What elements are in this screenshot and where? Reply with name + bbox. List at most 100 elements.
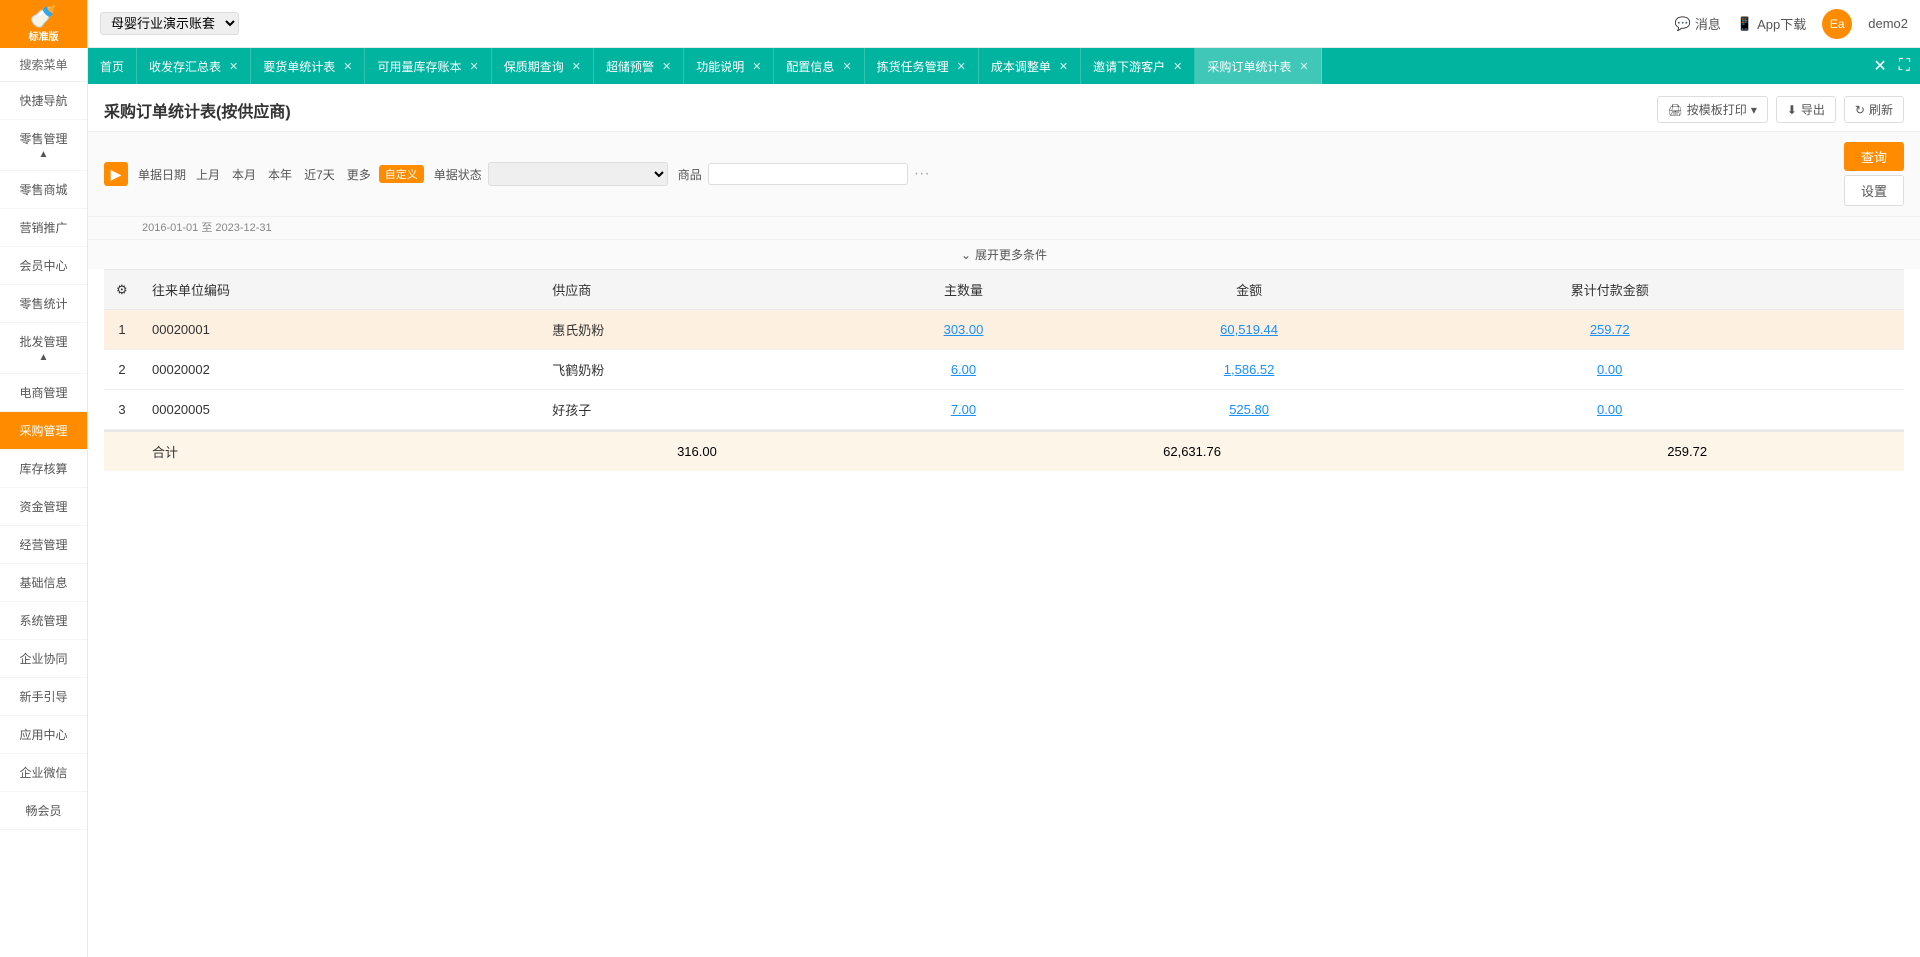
maximize-icon[interactable]: ⛶ — [1897, 55, 1912, 77]
query-button[interactable]: 查询 — [1844, 142, 1904, 171]
app-download-button[interactable]: 📱 App下载 — [1737, 14, 1806, 33]
sidebar-item-basics[interactable]: 基础信息 — [0, 564, 87, 602]
topbar-left: 母婴行业演示账套 — [100, 12, 239, 35]
app-download-label: App下载 — [1757, 14, 1806, 33]
sidebar-item-system[interactable]: 系统管理 — [0, 602, 87, 640]
filter-toggle-button[interactable]: ▶ — [104, 162, 128, 186]
page-actions: 🖨 按模板打印 ▾ ⬇ 导出 ↻ 刷新 — [1657, 96, 1904, 123]
tab-close-icon[interactable]: ✕ — [572, 60, 581, 73]
goods-input[interactable] — [708, 163, 908, 185]
tab-quality-query[interactable]: 保质期查询 ✕ — [492, 48, 594, 84]
settings-button[interactable]: 设置 — [1844, 175, 1904, 206]
user-avatar[interactable]: Ea — [1822, 9, 1852, 39]
tab-close-icon[interactable]: ✕ — [662, 60, 671, 73]
col-settings[interactable]: ⚙ — [104, 270, 140, 310]
tab-overstock[interactable]: 超储预警 ✕ — [594, 48, 684, 84]
export-button[interactable]: ⬇ 导出 — [1776, 96, 1836, 123]
sidebar-item-members[interactable]: 会员中心 — [0, 247, 87, 285]
sidebar-item-label: 采购管理 — [19, 422, 67, 439]
shortcut-7days[interactable]: 近7天 — [300, 164, 339, 185]
message-button[interactable]: 💬 消息 — [1675, 14, 1721, 33]
sidebar-item-wechat-work[interactable]: 企业微信 — [0, 754, 87, 792]
sidebar-item-purchase[interactable]: 采购管理 — [0, 412, 87, 450]
sidebar-item-label: 企业微信 — [19, 764, 67, 781]
row-extra — [1810, 310, 1904, 350]
tab-close-icon[interactable]: ✕ — [343, 60, 352, 73]
username-text: demo2 — [1868, 16, 1908, 31]
tab-order-stats[interactable]: 要货单统计表 ✕ — [251, 48, 365, 84]
shortcut-last-month[interactable]: 上月 — [192, 164, 224, 185]
sidebar-item-vip[interactable]: 畅会员 — [0, 792, 87, 830]
status-select[interactable] — [488, 162, 668, 186]
sidebar-item-label: 基础信息 — [19, 574, 67, 591]
table-row: 2 00020002 飞鹤奶粉 6.00 1,586.52 0.00 — [104, 350, 1904, 390]
page-header: 采购订单统计表(按供应商) 🖨 按模板打印 ▾ ⬇ 导出 ↻ 刷新 — [88, 84, 1920, 132]
sidebar-item-collab[interactable]: 企业协同 — [0, 640, 87, 678]
sidebar-item-appcenter[interactable]: 应用中心 — [0, 716, 87, 754]
tab-label: 邀请下游客户 — [1093, 58, 1165, 75]
footer-quantity: 316.00 — [677, 444, 717, 459]
tab-function-desc[interactable]: 功能说明 ✕ — [684, 48, 774, 84]
sidebar-item-marketing[interactable]: 营销推广 — [0, 209, 87, 247]
workspace-selector[interactable]: 母婴行业演示账套 — [100, 12, 239, 35]
custom-badge: 自定义 — [379, 165, 424, 183]
shortcut-more[interactable]: 更多 — [343, 164, 375, 185]
expand-more-button[interactable]: ⌄ 展开更多条件 — [961, 246, 1047, 263]
row-quantity: 7.00 — [838, 390, 1088, 430]
topbar: 母婴行业演示账套 💬 消息 📱 App下载 Ea demo2 — [88, 0, 1920, 48]
sidebar-item-label: 畅会员 — [25, 802, 61, 819]
tab-close-icon[interactable]: ✕ — [1059, 60, 1068, 73]
shortcut-this-year[interactable]: 本年 — [264, 164, 296, 185]
tab-available-stock[interactable]: 可用量库存账本 ✕ — [365, 48, 491, 84]
sidebar-item-newguide[interactable]: 新手引导 — [0, 678, 87, 716]
mobile-icon: 📱 — [1737, 16, 1753, 32]
tab-close-icon[interactable]: ✕ — [470, 60, 479, 73]
message-label: 消息 — [1695, 14, 1721, 33]
expand-more-section: ⌄ 展开更多条件 — [88, 240, 1920, 269]
tab-home[interactable]: 首页 — [88, 48, 137, 84]
tab-invite-downstream[interactable]: 邀请下游客户 ✕ — [1081, 48, 1195, 84]
tab-close-icon[interactable]: ✕ — [752, 60, 761, 73]
tab-close-icon[interactable]: ✕ — [1173, 60, 1182, 73]
sidebar-item-label: 库存核算 — [19, 460, 67, 477]
chevron-down-icon: ⌄ — [961, 248, 971, 262]
nav-tabs-end: ✕ ⛶ — [1871, 54, 1920, 78]
goods-filter-group: 商品 ··· — [678, 163, 930, 185]
tab-label: 采购订单统计表 — [1207, 58, 1291, 75]
date-range-text: 2016-01-01 至 2023-12-31 — [142, 222, 272, 234]
sidebar-item-inventory[interactable]: 库存核算 — [0, 450, 87, 488]
tab-close-icon[interactable]: ✕ — [1299, 60, 1308, 73]
tab-config[interactable]: 配置信息 ✕ — [774, 48, 864, 84]
sidebar-item-quicknav[interactable]: 快捷导航 — [0, 82, 87, 120]
tab-close-icon[interactable]: ✕ — [229, 60, 238, 73]
sidebar: 🍼 标准版 搜索菜单 快捷导航 零售管理 ▲ 零售商城 营销推广 会员中心 零售… — [0, 0, 88, 957]
print-button[interactable]: 🖨 按模板打印 ▾ — [1657, 96, 1768, 123]
status-filter-group: 单据状态 — [434, 162, 668, 186]
tab-recv-send[interactable]: 收发存汇总表 ✕ — [137, 48, 251, 84]
refresh-icon: ↻ — [1855, 103, 1865, 117]
print-label: 按模板打印 — [1687, 101, 1747, 118]
sidebar-item-retail-mgmt[interactable]: 零售管理 ▲ — [0, 120, 87, 171]
table-footer-row: 合计 316.00 62,631.76 259.72 — [104, 432, 1904, 471]
sidebar-item-search[interactable]: 搜索菜单 — [0, 48, 87, 82]
tab-label: 收发存汇总表 — [149, 58, 221, 75]
close-tab-icon[interactable]: ✕ — [1871, 54, 1888, 78]
sidebar-item-wholesale[interactable]: 批发管理 ▲ — [0, 323, 87, 374]
tab-purchase-order-stats[interactable]: 采购订单统计表 ✕ — [1195, 48, 1321, 84]
tab-close-icon[interactable]: ✕ — [957, 60, 966, 73]
tab-close-icon[interactable]: ✕ — [842, 60, 851, 73]
sidebar-item-retail-stats[interactable]: 零售统计 — [0, 285, 87, 323]
shortcut-this-month[interactable]: 本月 — [228, 164, 260, 185]
tab-pick-task[interactable]: 拣货任务管理 ✕ — [865, 48, 979, 84]
main-area: 母婴行业演示账套 💬 消息 📱 App下载 Ea demo2 首页 收发存汇总表… — [88, 0, 1920, 957]
refresh-button[interactable]: ↻ 刷新 — [1844, 96, 1904, 123]
col-code: 往来单位编码 — [140, 270, 540, 310]
tab-cost-adjust[interactable]: 成本调整单 ✕ — [979, 48, 1081, 84]
sidebar-item-ecommerce[interactable]: 电商管理 — [0, 374, 87, 412]
sidebar-item-operations[interactable]: 经营管理 — [0, 526, 87, 564]
sidebar-item-retail-shop[interactable]: 零售商城 — [0, 171, 87, 209]
col-extra — [1810, 270, 1904, 310]
table-row: 3 00020005 好孩子 7.00 525.80 0.00 — [104, 390, 1904, 430]
more-options-icon[interactable]: ··· — [914, 165, 930, 183]
sidebar-item-finance[interactable]: 资金管理 — [0, 488, 87, 526]
